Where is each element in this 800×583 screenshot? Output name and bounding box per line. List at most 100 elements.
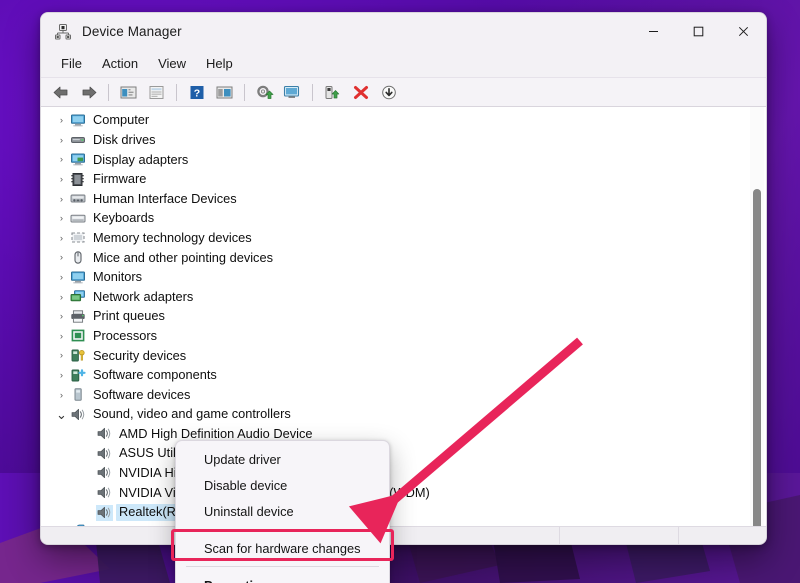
printer-icon bbox=[70, 309, 87, 325]
scrollbar-thumb[interactable] bbox=[753, 189, 761, 526]
update-driver-icon[interactable] bbox=[251, 80, 278, 104]
chevron-right-icon[interactable]: › bbox=[53, 331, 70, 342]
menu-file[interactable]: File bbox=[51, 53, 92, 74]
tree-item-label: Print queues bbox=[93, 310, 165, 323]
chevron-right-icon[interactable]: › bbox=[53, 154, 70, 165]
chevron-right-icon[interactable]: › bbox=[53, 311, 70, 322]
context-menu-item[interactable]: Properties bbox=[176, 572, 389, 583]
tree-item-label: Mice and other pointing devices bbox=[93, 252, 273, 265]
context-menu-separator bbox=[186, 566, 379, 567]
toolbar-separator bbox=[108, 84, 109, 101]
minimize-button[interactable] bbox=[631, 13, 676, 50]
tree-item-label: Display adapters bbox=[93, 154, 188, 167]
enable-device-icon[interactable] bbox=[319, 80, 346, 104]
tree-item[interactable]: › Network adapters bbox=[41, 287, 766, 307]
context-menu-item[interactable]: Disable device bbox=[176, 472, 389, 498]
tree-item-label: Network adapters bbox=[93, 291, 193, 304]
back-arrow-icon[interactable] bbox=[47, 80, 74, 104]
speaker-icon bbox=[96, 465, 113, 481]
context-menu-item[interactable]: Scan for hardware changes bbox=[176, 535, 389, 561]
status-cell-3 bbox=[679, 527, 766, 545]
tree-item[interactable]: ⌄Sound, video and game controllers bbox=[41, 405, 766, 425]
toolbar-separator bbox=[176, 84, 177, 101]
device-tree: › Computer › Disk drives › Display adapters › F… bbox=[41, 107, 766, 526]
window-controls bbox=[631, 13, 766, 50]
chevron-right-icon[interactable]: › bbox=[53, 350, 70, 361]
disable-device-icon[interactable] bbox=[375, 80, 402, 104]
chevron-right-icon[interactable]: › bbox=[53, 252, 70, 263]
tree-item[interactable]: › Display adapters bbox=[41, 150, 766, 170]
tree-item[interactable]: ›Storage controllers bbox=[41, 522, 766, 526]
tree-item-label: Monitors bbox=[93, 271, 142, 284]
vertical-scrollbar[interactable] bbox=[750, 107, 764, 526]
tree-item-label: Memory technology devices bbox=[93, 232, 252, 245]
menu-view[interactable]: View bbox=[148, 53, 196, 74]
context-menu-item[interactable]: Update driver bbox=[176, 446, 389, 472]
chevron-right-icon[interactable]: › bbox=[53, 272, 70, 283]
chevron-right-icon[interactable]: › bbox=[53, 135, 70, 146]
tree-item[interactable]: AMD High Definition Audio Device bbox=[41, 425, 766, 445]
forward-arrow-icon[interactable] bbox=[75, 80, 102, 104]
tree-item[interactable]: › Mice and other pointing devices bbox=[41, 248, 766, 268]
tree-item[interactable]: ASUS Utility bbox=[41, 444, 766, 464]
tree-item[interactable]: › Keyboards bbox=[41, 209, 766, 229]
tree-item[interactable]: › Firmware bbox=[41, 170, 766, 190]
help-icon[interactable]: ? bbox=[183, 80, 210, 104]
memory-device-icon bbox=[70, 230, 87, 246]
hid-icon bbox=[70, 191, 87, 207]
tree-item[interactable]: › Print queues bbox=[41, 307, 766, 327]
tree-item-label: Security devices bbox=[93, 350, 186, 363]
chevron-right-icon[interactable]: › bbox=[53, 115, 70, 126]
status-bar bbox=[41, 526, 766, 545]
processor-icon bbox=[70, 328, 87, 344]
tree-item[interactable]: ›Software devices bbox=[41, 385, 766, 405]
tree-item-label: Computer bbox=[93, 114, 149, 127]
tree-item[interactable]: NVIDIA Virtual Audio Device (Wave Extens… bbox=[41, 483, 766, 503]
chevron-right-icon[interactable]: › bbox=[53, 194, 70, 205]
tree-item-label: Firmware bbox=[93, 173, 146, 186]
properties-icon[interactable] bbox=[143, 80, 170, 104]
tree-item[interactable]: ›Processors bbox=[41, 327, 766, 347]
status-cell-2 bbox=[560, 527, 679, 545]
tree-item[interactable]: › Disk drives bbox=[41, 131, 766, 151]
tree-item[interactable]: › Computer bbox=[41, 111, 766, 131]
tree-item[interactable]: NVIDIA High Definition Audio bbox=[41, 464, 766, 484]
menu-action[interactable]: Action bbox=[92, 53, 148, 74]
tree-item-label: Keyboards bbox=[93, 212, 154, 225]
title-bar: Device Manager bbox=[41, 13, 766, 50]
tree-item[interactable]: › Security devices bbox=[41, 346, 766, 366]
tree-item[interactable]: › Memory technology devices bbox=[41, 229, 766, 249]
show-hide-console-tree-icon[interactable] bbox=[115, 80, 142, 104]
chevron-right-icon[interactable]: › bbox=[53, 390, 70, 401]
software-component-icon bbox=[70, 368, 87, 384]
tree-item-label: Disk drives bbox=[93, 134, 156, 147]
chevron-right-icon[interactable]: › bbox=[53, 174, 70, 185]
speaker-icon bbox=[96, 446, 113, 462]
chevron-right-icon[interactable]: › bbox=[53, 370, 70, 381]
tree-item[interactable]: › Monitors bbox=[41, 268, 766, 288]
chevron-right-icon[interactable]: › bbox=[53, 292, 70, 303]
context-menu-separator bbox=[186, 529, 379, 530]
tree-item[interactable]: Realtek(R) Audio bbox=[41, 503, 766, 523]
chevron-down-icon[interactable]: ⌄ bbox=[53, 411, 70, 419]
close-button[interactable] bbox=[721, 13, 766, 50]
context-menu: Update driverDisable deviceUninstall dev… bbox=[175, 440, 390, 583]
tree-item[interactable]: ›Software components bbox=[41, 366, 766, 386]
scan-hardware-changes-icon[interactable] bbox=[279, 80, 306, 104]
maximize-button[interactable] bbox=[676, 13, 721, 50]
show-hide-action-pane-icon[interactable] bbox=[211, 80, 238, 104]
chevron-right-icon[interactable]: › bbox=[53, 233, 70, 244]
device-manager-window: Device Manager File Action View Help bbox=[40, 12, 767, 545]
tree-item[interactable]: ›Human Interface Devices bbox=[41, 189, 766, 209]
device-tree-pane[interactable]: › Computer › Disk drives › Display adapters › F… bbox=[41, 107, 766, 526]
speaker-icon bbox=[96, 426, 113, 442]
chevron-right-icon[interactable]: › bbox=[53, 213, 70, 224]
menu-help[interactable]: Help bbox=[196, 53, 243, 74]
toolbar-separator bbox=[312, 84, 313, 101]
uninstall-device-icon[interactable] bbox=[347, 80, 374, 104]
svg-text:?: ? bbox=[193, 87, 199, 99]
display-adapter-icon bbox=[70, 152, 87, 168]
computer-icon bbox=[70, 113, 87, 129]
toolbar: ? bbox=[41, 78, 766, 107]
context-menu-item[interactable]: Uninstall device bbox=[176, 498, 389, 524]
